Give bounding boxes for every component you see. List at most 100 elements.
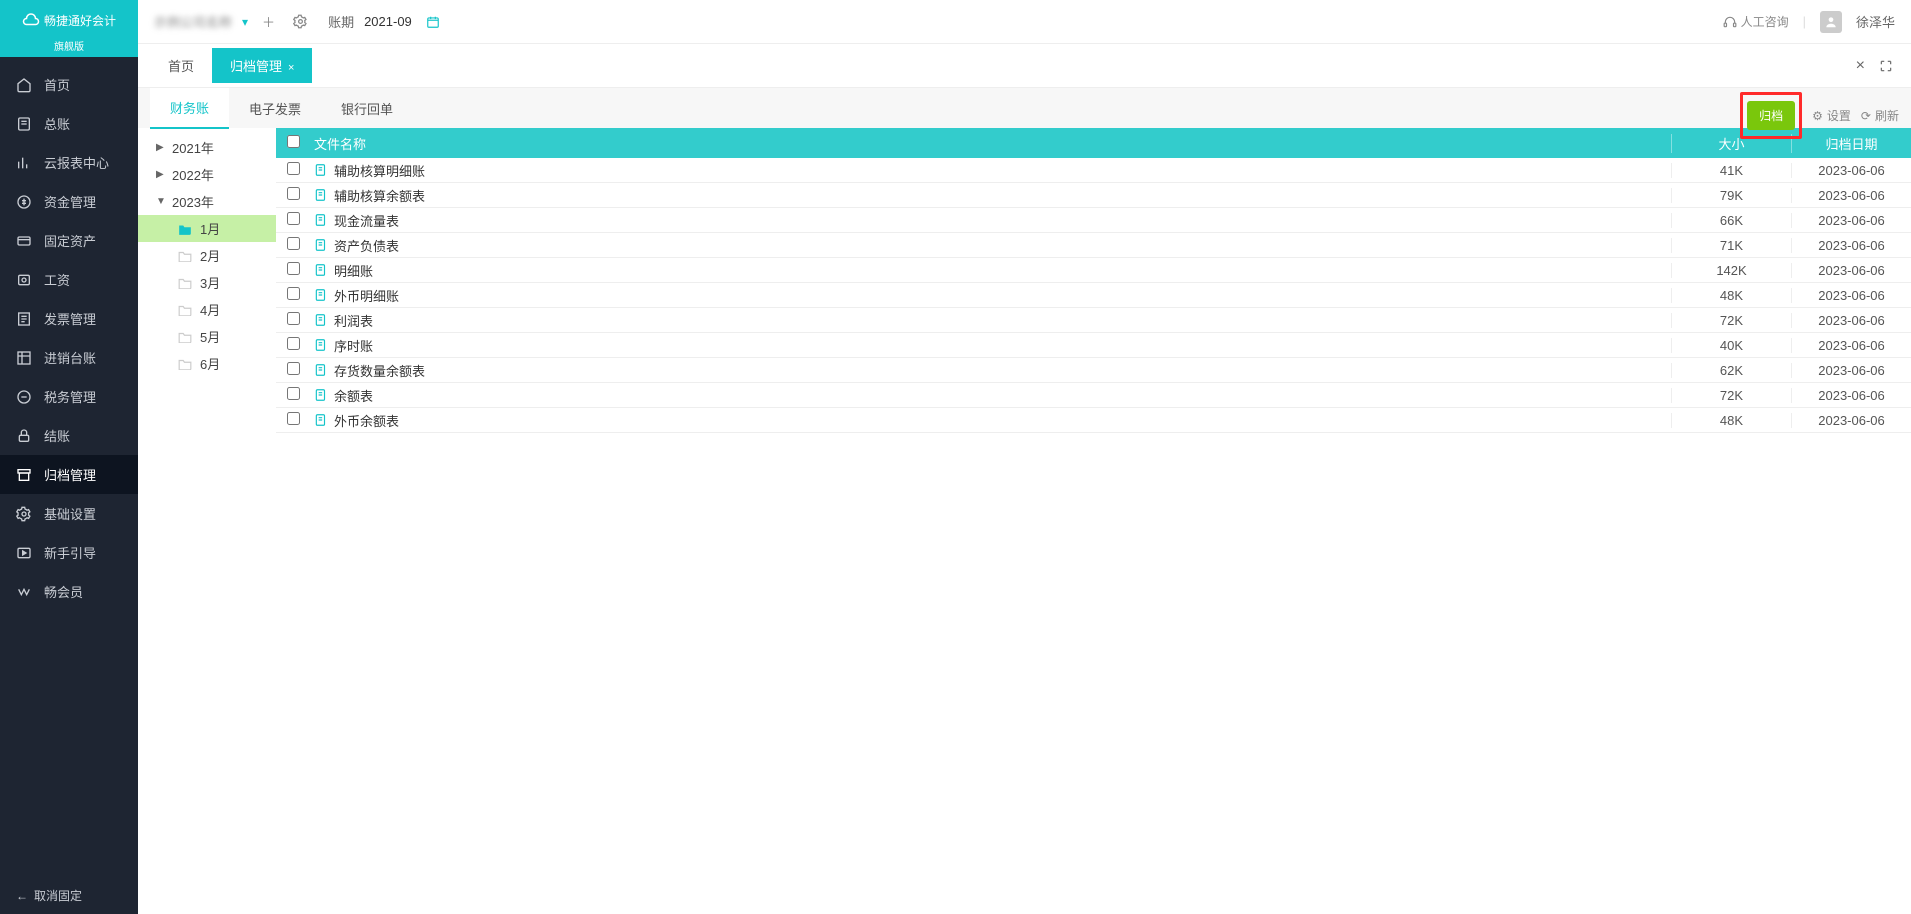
nav-label: 资金管理 xyxy=(44,192,96,211)
nav-cloud-report[interactable]: 云报表中心 xyxy=(0,143,138,182)
nav-ledger[interactable]: 总账 xyxy=(0,104,138,143)
tree-year[interactable]: ▼2023年 xyxy=(138,188,276,215)
nav-purchase-sale[interactable]: 进销台账 xyxy=(0,338,138,377)
nav-archive[interactable]: 归档管理 xyxy=(0,455,138,494)
table-row[interactable]: 外币明细账48K2023-06-06 xyxy=(276,283,1911,308)
company-selector[interactable]: 示例公司名称 xyxy=(154,12,232,31)
tree-month[interactable]: 3月 xyxy=(138,269,276,296)
money-icon xyxy=(16,194,32,210)
nav-settings[interactable]: 基础设置 xyxy=(0,494,138,533)
consult-button[interactable]: 人工咨询 xyxy=(1723,13,1789,30)
home-icon xyxy=(16,77,32,93)
tab-bank[interactable]: 银行回单 xyxy=(321,89,413,128)
table-row[interactable]: 序时账40K2023-06-06 xyxy=(276,333,1911,358)
tree-month-label: 4月 xyxy=(200,300,220,319)
tab-einvoice-label: 电子发票 xyxy=(249,102,301,117)
tab-home[interactable]: 首页 xyxy=(150,48,212,83)
nav-guide[interactable]: 新手引导 xyxy=(0,533,138,572)
file-date: 2023-06-06 xyxy=(1791,163,1911,178)
tree-month[interactable]: 1月 xyxy=(138,215,276,242)
refresh-button[interactable]: ⟳刷新 xyxy=(1861,107,1899,124)
close-all-tabs[interactable]: × xyxy=(1848,53,1873,79)
row-check[interactable] xyxy=(287,187,300,200)
nav-label: 云报表中心 xyxy=(44,153,109,172)
nav-unpin[interactable]: ← 取消固定 xyxy=(0,877,138,914)
row-check[interactable] xyxy=(287,287,300,300)
chevron-down-icon[interactable]: ▾ xyxy=(242,15,248,29)
archive-button[interactable]: 归档 xyxy=(1747,101,1795,130)
file-size: 48K xyxy=(1671,288,1791,303)
nav-home[interactable]: 首页 xyxy=(0,65,138,104)
table-row[interactable]: 余额表72K2023-06-06 xyxy=(276,383,1911,408)
file-size: 72K xyxy=(1671,388,1791,403)
tree-year[interactable]: ▶2022年 xyxy=(138,161,276,188)
user-name[interactable]: 徐泽华 xyxy=(1856,12,1895,31)
row-check[interactable] xyxy=(287,412,300,425)
add-icon[interactable]: ＋ xyxy=(258,12,279,31)
file-date: 2023-06-06 xyxy=(1791,338,1911,353)
period-value[interactable]: 2021-09 xyxy=(364,14,412,29)
brand-logo[interactable]: 畅捷通好会计 xyxy=(0,0,138,40)
file-name: 现金流量表 xyxy=(334,211,399,230)
nav-member[interactable]: 畅会员 xyxy=(0,572,138,611)
tree-month[interactable]: 2月 xyxy=(138,242,276,269)
row-check[interactable] xyxy=(287,212,300,225)
tree-year[interactable]: ▶2021年 xyxy=(138,134,276,161)
nav-invoice[interactable]: 发票管理 xyxy=(0,299,138,338)
nav-funds[interactable]: 资金管理 xyxy=(0,182,138,221)
file-icon xyxy=(314,213,328,227)
row-check[interactable] xyxy=(287,312,300,325)
avatar[interactable] xyxy=(1820,11,1842,33)
settings-button[interactable]: ⚙设置 xyxy=(1812,107,1851,124)
fullscreen-icon[interactable] xyxy=(1873,55,1899,77)
tab-archive[interactable]: 归档管理× xyxy=(212,48,312,83)
tab-finance[interactable]: 财务账 xyxy=(150,88,229,129)
file-icon xyxy=(314,263,328,277)
nav-fixed-assets[interactable]: 固定资产 xyxy=(0,221,138,260)
row-check[interactable] xyxy=(287,387,300,400)
folder-open-icon xyxy=(178,223,192,235)
check-all[interactable] xyxy=(287,135,300,148)
table-row[interactable]: 辅助核算余额表79K2023-06-06 xyxy=(276,183,1911,208)
table-row[interactable]: 辅助核算明细账41K2023-06-06 xyxy=(276,158,1911,183)
archive-icon xyxy=(16,467,32,483)
file-name: 明细账 xyxy=(334,261,373,280)
row-check[interactable] xyxy=(287,262,300,275)
table-row[interactable]: 明细账142K2023-06-06 xyxy=(276,258,1911,283)
tree-month[interactable]: 6月 xyxy=(138,350,276,377)
gear-icon[interactable] xyxy=(289,14,312,29)
nav-closing[interactable]: 结账 xyxy=(0,416,138,455)
close-icon[interactable]: × xyxy=(288,62,294,74)
col-name[interactable]: 文件名称 xyxy=(310,134,1671,153)
file-size: 72K xyxy=(1671,313,1791,328)
nav-salary[interactable]: 工资 xyxy=(0,260,138,299)
table-row[interactable]: 外币余额表48K2023-06-06 xyxy=(276,408,1911,433)
calendar-icon[interactable] xyxy=(422,15,444,29)
nav-footer-label: 取消固定 xyxy=(34,887,82,904)
file-date: 2023-06-06 xyxy=(1791,313,1911,328)
tree-month[interactable]: 4月 xyxy=(138,296,276,323)
tree-month[interactable]: 5月 xyxy=(138,323,276,350)
file-name: 余额表 xyxy=(334,386,373,405)
file-date: 2023-06-06 xyxy=(1791,263,1911,278)
chart-icon xyxy=(16,155,32,171)
sidebar: 畅捷通好会计 旗舰版 首页 总账 云报表中心 资金管理 固定资产 工资 发票管理… xyxy=(0,0,138,914)
row-check[interactable] xyxy=(287,362,300,375)
table-row[interactable]: 资产负债表71K2023-06-06 xyxy=(276,233,1911,258)
arrow-down-icon: ▼ xyxy=(156,196,166,207)
table-row[interactable]: 现金流量表66K2023-06-06 xyxy=(276,208,1911,233)
table-row[interactable]: 存货数量余额表62K2023-06-06 xyxy=(276,358,1911,383)
table-row[interactable]: 利润表72K2023-06-06 xyxy=(276,308,1911,333)
brand-title: 畅捷通好会计 xyxy=(44,12,116,29)
main: 示例公司名称 ▾ ＋ 账期 2021-09 人工咨询 | 徐泽华 xyxy=(138,0,1911,914)
row-check[interactable] xyxy=(287,162,300,175)
nav: 首页 总账 云报表中心 资金管理 固定资产 工资 发票管理 进销台账 税务管理 … xyxy=(0,57,138,877)
tab-einvoice[interactable]: 电子发票 xyxy=(229,89,321,128)
refresh-icon: ⟳ xyxy=(1861,109,1871,123)
row-check[interactable] xyxy=(287,237,300,250)
file-icon xyxy=(314,238,328,252)
file-date: 2023-06-06 xyxy=(1791,288,1911,303)
tree-month-label: 1月 xyxy=(200,219,220,238)
row-check[interactable] xyxy=(287,337,300,350)
nav-tax[interactable]: 税务管理 xyxy=(0,377,138,416)
